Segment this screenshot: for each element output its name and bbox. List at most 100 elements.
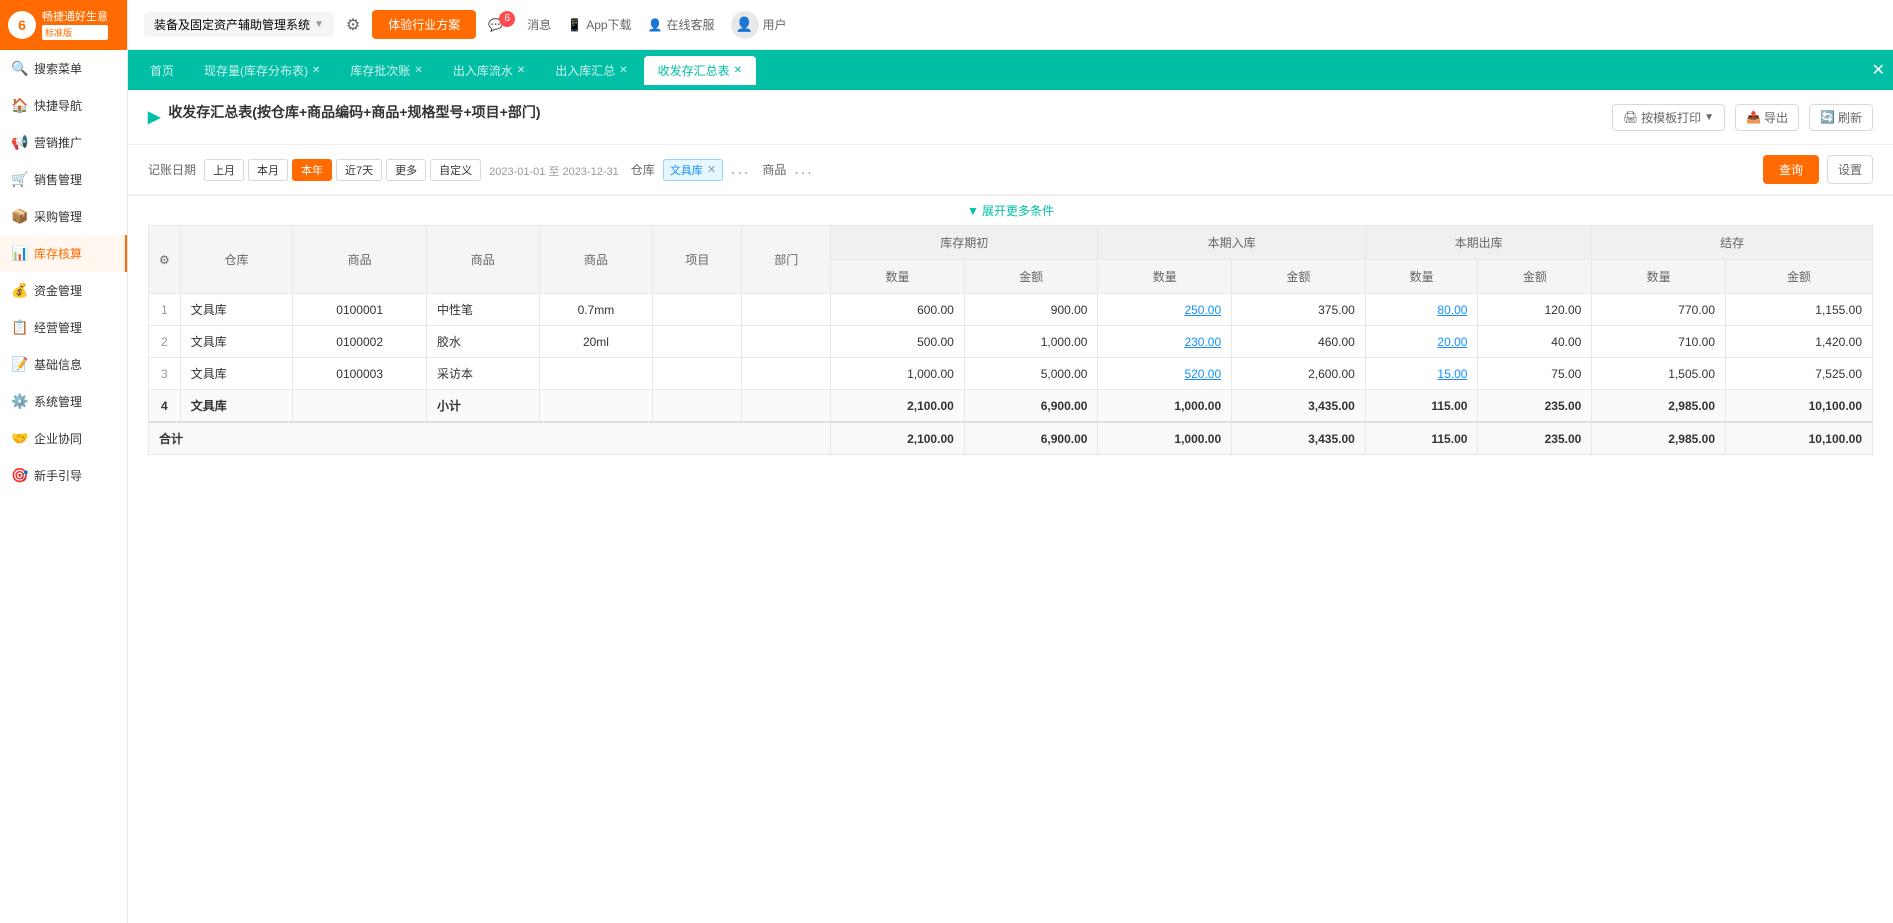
warehouse-filter: 仓库 文具库 ✕ ...: [631, 159, 751, 181]
service-icon: 👤: [648, 18, 663, 32]
online-service-btn[interactable]: 👤 在线客服: [648, 16, 715, 33]
settings-button[interactable]: 设置: [1827, 155, 1873, 184]
tab-close-icon[interactable]: ✕: [414, 65, 422, 76]
tab-inventory-dist[interactable]: 现存量(库存分布表) ✕: [190, 56, 334, 85]
sidebar-item-quick[interactable]: 🏠 快捷导航: [0, 87, 127, 124]
trial-button[interactable]: 体验行业方案: [372, 10, 476, 39]
table-row: 4文具库小计2,100.006,900.001,000.003,435.0011…: [149, 390, 1873, 423]
col-in-amount: 金额: [1232, 260, 1366, 294]
sidebar-item-label: 基础信息: [34, 356, 82, 373]
tab-inout-summary-label: 出入库汇总: [555, 62, 615, 79]
marketing-icon: 📢: [12, 135, 28, 151]
cell-link[interactable]: 80.00: [1437, 303, 1467, 317]
footer-bal-amt: 10,100.00: [1726, 422, 1873, 455]
sidebar-item-search[interactable]: 🔍 搜索菜单: [0, 50, 127, 87]
gear-icon[interactable]: ⚙: [346, 15, 360, 35]
col-project: 项目: [653, 226, 742, 294]
cell-link[interactable]: 230.00: [1184, 335, 1221, 349]
app-download-btn[interactable]: 📱 App下载: [567, 16, 631, 33]
guide-icon: 🎯: [12, 468, 28, 484]
tab-close-icon[interactable]: ✕: [619, 65, 627, 76]
sidebar-item-label: 采购管理: [34, 208, 82, 225]
export-icon: 📤: [1746, 110, 1761, 124]
system-selector[interactable]: 装备及固定资产辅助管理系统 ▼: [144, 12, 334, 37]
cell-link[interactable]: 250.00: [1184, 303, 1221, 317]
goods-filter-label: 商品: [762, 161, 786, 178]
query-button[interactable]: 查询: [1763, 155, 1819, 184]
avatar: 👤: [731, 11, 759, 39]
tab-inout-summary[interactable]: 出入库汇总 ✕: [541, 56, 641, 85]
table-row: 3文具库0100003采访本1,000.005,000.00520.002,60…: [149, 358, 1873, 390]
sidebar-item-label: 企业协同: [34, 430, 82, 447]
col-group-out: 本期出库: [1365, 226, 1592, 260]
collapse-btn[interactable]: ▶: [148, 107, 160, 127]
date-btn-last-month[interactable]: 上月: [204, 159, 244, 181]
sidebar-item-purchase[interactable]: 📦 采购管理: [0, 198, 127, 235]
home-icon: 🏠: [12, 98, 28, 114]
dropdown-icon: ▼: [314, 19, 324, 30]
system-icon: ⚙️: [12, 394, 28, 410]
tab-home[interactable]: 首页: [136, 56, 188, 85]
col-settings[interactable]: ⚙: [149, 226, 181, 294]
footer-label: 合计: [149, 422, 831, 455]
user-btn[interactable]: 👤 用户: [731, 11, 787, 39]
tab-inout-flow[interactable]: 出入库流水 ✕: [439, 56, 539, 85]
app-download-label: App下载: [586, 16, 631, 33]
search-icon: 🔍: [12, 61, 28, 77]
date-btn-custom[interactable]: 自定义: [430, 159, 481, 181]
goods-filter: 商品 ...: [762, 161, 813, 179]
tabs-close-all-btn[interactable]: ✕: [1872, 60, 1885, 80]
refresh-label: 刷新: [1838, 109, 1862, 126]
refresh-btn[interactable]: 🔄 刷新: [1809, 104, 1873, 131]
footer-in-qty: 1,000.00: [1098, 422, 1232, 455]
tab-close-icon[interactable]: ✕: [312, 65, 320, 76]
operation-icon: 📋: [12, 320, 28, 336]
col-out-amount: 金额: [1478, 260, 1592, 294]
col-group-in: 本期入库: [1098, 226, 1365, 260]
table-row: 1文具库0100001中性笔0.7mm600.00900.00250.00375…: [149, 294, 1873, 326]
warehouse-tag-close[interactable]: ✕: [707, 163, 716, 176]
logo-text: 畅捷通好生意: [42, 10, 108, 24]
sidebar-item-operation[interactable]: 📋 经营管理: [0, 309, 127, 346]
export-btn[interactable]: 📤 导出: [1735, 104, 1799, 131]
sidebar-item-label: 营销推广: [34, 134, 82, 151]
tab-batch[interactable]: 库存批次账 ✕: [336, 56, 436, 85]
sidebar-item-basic[interactable]: 📝 基础信息: [0, 346, 127, 383]
footer-out-amt: 235.00: [1478, 422, 1592, 455]
col-opening-qty: 数量: [831, 260, 965, 294]
tab-close-icon[interactable]: ✕: [517, 65, 525, 76]
sidebar-item-marketing[interactable]: 📢 营销推广: [0, 124, 127, 161]
date-btn-this-year[interactable]: 本年: [292, 159, 332, 181]
cell-link[interactable]: 15.00: [1437, 367, 1467, 381]
goods-more-dots[interactable]: ...: [794, 161, 813, 179]
date-filter: 记账日期 上月 本月 本年 近7天 更多 自定义 2023-01-01 至 20…: [148, 159, 619, 181]
footer-out-qty: 115.00: [1365, 422, 1478, 455]
print-btn[interactable]: 🖨 按模板打印 ▼: [1612, 104, 1725, 131]
warehouse-tag[interactable]: 文具库 ✕: [663, 159, 723, 181]
sidebar-item-finance[interactable]: 💰 资金管理: [0, 272, 127, 309]
messages-btn[interactable]: 💬 6 消息: [488, 16, 551, 33]
sidebar-item-label: 搜索菜单: [34, 60, 82, 77]
date-btn-more[interactable]: 更多: [386, 159, 426, 181]
date-btn-7days[interactable]: 近7天: [336, 159, 382, 181]
sidebar-item-sales[interactable]: 🛒 销售管理: [0, 161, 127, 198]
tab-home-label: 首页: [150, 62, 174, 79]
cell-link[interactable]: 20.00: [1437, 335, 1467, 349]
col-goods-code: 商品: [293, 226, 427, 294]
date-btn-this-month[interactable]: 本月: [248, 159, 288, 181]
sidebar-item-enterprise[interactable]: 🤝 企业协同: [0, 420, 127, 457]
sidebar-nav: 🔍 搜索菜单 🏠 快捷导航 📢 营销推广 🛒 销售管理 📦 采购管理 📊 库存核…: [0, 50, 127, 923]
sidebar-item-system[interactable]: ⚙️ 系统管理: [0, 383, 127, 420]
sidebar-item-guide[interactable]: 🎯 新手引导: [0, 457, 127, 494]
col-warehouse: 仓库: [180, 226, 293, 294]
tab-receive-send[interactable]: 收发存汇总表 ✕: [644, 56, 756, 85]
sidebar-item-inventory[interactable]: 📊 库存核算: [0, 235, 127, 272]
chevron-down-icon: ▼: [1704, 112, 1714, 123]
col-dept: 部门: [742, 226, 831, 294]
expand-more-btn[interactable]: ▼ 展开更多条件: [967, 202, 1054, 219]
sidebar-item-label: 快捷导航: [34, 97, 82, 114]
tab-close-icon[interactable]: ✕: [734, 65, 742, 76]
cell-link[interactable]: 520.00: [1184, 367, 1221, 381]
warehouse-more-dots[interactable]: ...: [731, 161, 750, 179]
sidebar-item-label: 资金管理: [34, 282, 82, 299]
